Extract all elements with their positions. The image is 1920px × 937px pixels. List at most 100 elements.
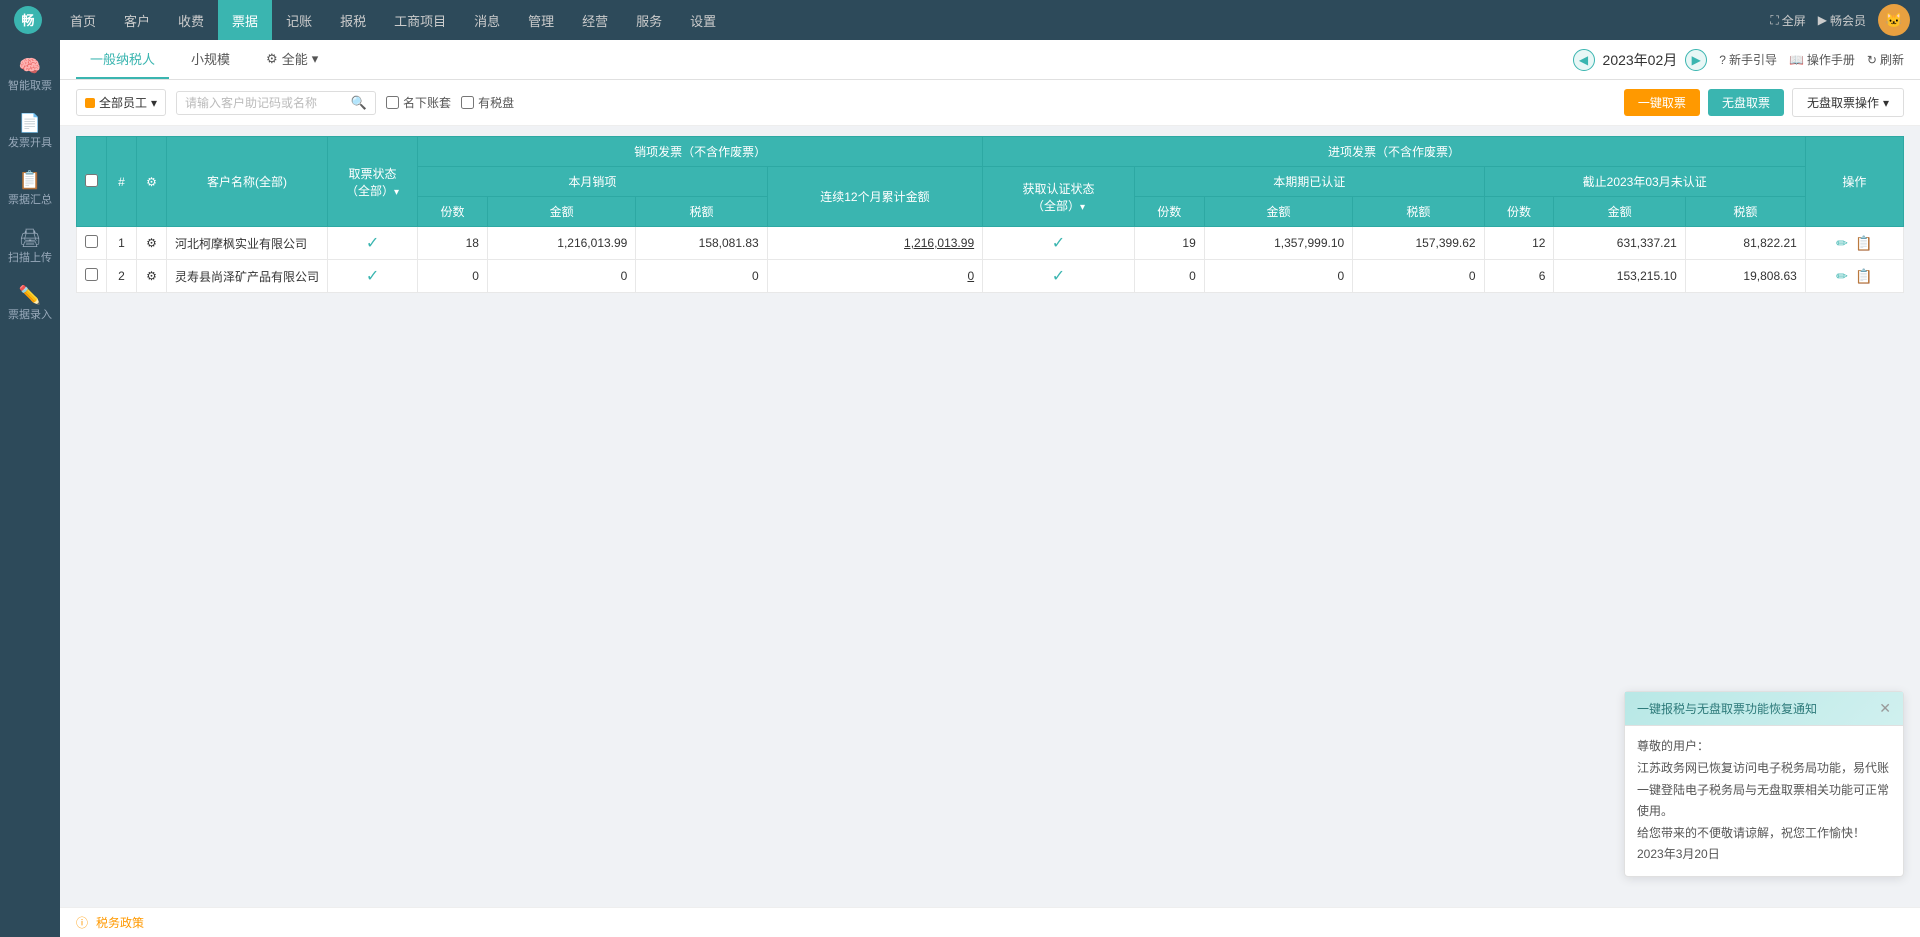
row-no: 2 bbox=[107, 260, 137, 293]
th-sales-group: 销项发票（不含作废票） bbox=[418, 137, 983, 167]
checkbox-sub-account-input[interactable] bbox=[386, 96, 399, 109]
row-select-checkbox[interactable] bbox=[85, 268, 98, 281]
fullscreen-btn[interactable]: ⛶ 全屏 bbox=[1770, 12, 1805, 29]
edit-btn[interactable]: ✏ bbox=[1836, 235, 1848, 251]
detail-btn[interactable]: 📋 bbox=[1855, 268, 1872, 284]
notification-panel: 一键报税与无盘取票功能恢复通知 ✕ 尊敬的用户： 江苏政务网已恢复访问电子税务局… bbox=[1624, 691, 1904, 877]
th-s-tax: 税额 bbox=[636, 197, 767, 227]
th-s-count: 份数 bbox=[418, 197, 488, 227]
open-invoice-icon: 📄 bbox=[19, 113, 41, 134]
tab-bar: 一般纳税人 小规模 ⚙ 全能 ▾ ◀ 2023年02月 ▶ ? 新手引导 📖 bbox=[60, 40, 1920, 80]
employee-select-indicator bbox=[85, 98, 95, 108]
top-nav: 畅 首页 客户 收费 票据 记账 报税 工商项目 消息 管理 经营 服务 设置 … bbox=[0, 0, 1920, 40]
row-sales-amount: 0 bbox=[487, 260, 635, 293]
action-guide[interactable]: ? 新手引导 bbox=[1719, 51, 1777, 68]
nav-tax[interactable]: 报税 bbox=[326, 0, 380, 40]
period-prev-btn[interactable]: ◀ bbox=[1573, 49, 1595, 71]
row-uncert-tax: 81,822.21 bbox=[1685, 227, 1805, 260]
th-take-status: 取票状态（全部）▾ bbox=[328, 137, 418, 227]
row-take-status: ✓ bbox=[328, 260, 418, 293]
nav-items: 首页 客户 收费 票据 记账 报税 工商项目 消息 管理 经营 服务 设置 bbox=[56, 0, 1770, 40]
row-cert-status: ✓ bbox=[983, 227, 1135, 260]
action-refresh[interactable]: ↻ 刷新 bbox=[1867, 51, 1904, 68]
action-manual[interactable]: 📖 操作手册 bbox=[1789, 51, 1855, 68]
employee-select[interactable]: 全部员工 ▾ bbox=[76, 89, 166, 116]
scan-icon: 🖨 bbox=[19, 228, 42, 249]
avatar[interactable]: 🐱 bbox=[1878, 4, 1910, 36]
search-icon[interactable]: 🔍 bbox=[351, 95, 367, 111]
period-nav: ◀ 2023年02月 ▶ bbox=[1573, 49, 1708, 71]
table-row: 2 ⚙ 灵寿县尚泽矿产品有限公司 ✓ 0 0 0 0 ✓ 0 0 0 6 153… bbox=[77, 260, 1904, 293]
nav-home[interactable]: 首页 bbox=[56, 0, 110, 40]
detail-btn[interactable]: 📋 bbox=[1855, 235, 1872, 251]
sidebar-item-entry[interactable]: ✏️ 票据录入 bbox=[4, 277, 56, 330]
nav-business2[interactable]: 经营 bbox=[568, 0, 622, 40]
search-input[interactable] bbox=[185, 96, 351, 110]
row-consecutive12[interactable]: 0 bbox=[767, 260, 982, 293]
sidebar: 🧠 智能取票 📄 发票开具 📋 票据汇总 🖨 扫描上传 ✏️ 票据录入 bbox=[0, 40, 60, 937]
tab-all[interactable]: ⚙ 全能 ▾ bbox=[252, 41, 332, 79]
th-no: # bbox=[107, 137, 137, 227]
sidebar-item-scan[interactable]: 🖨 扫描上传 bbox=[4, 220, 56, 273]
member-btn[interactable]: ▶ 畅会员 bbox=[1818, 12, 1866, 29]
svg-text:畅: 畅 bbox=[21, 13, 34, 28]
row-purchase-count: 0 bbox=[1134, 260, 1204, 293]
sidebar-item-open-invoice[interactable]: 📄 发票开具 bbox=[4, 105, 56, 158]
nav-manage[interactable]: 管理 bbox=[514, 0, 568, 40]
summary-icon: 📋 bbox=[19, 170, 41, 191]
tab-bar-right: ◀ 2023年02月 ▶ ? 新手引导 📖 操作手册 ↻ 刷新 bbox=[1573, 49, 1904, 71]
take-status-icon: ✓ bbox=[366, 235, 379, 252]
nav-invoice[interactable]: 票据 bbox=[218, 0, 272, 40]
table-row: 1 ⚙ 河北柯摩枫实业有限公司 ✓ 18 1,216,013.99 158,08… bbox=[77, 227, 1904, 260]
take-all-btn[interactable]: 一键取票 bbox=[1624, 89, 1700, 116]
th-u-tax: 税额 bbox=[1685, 197, 1805, 227]
table-wrap: # ⚙ 客户名称(全部) 取票状态（全部）▾ 销项发票（不含作废票） 进项发票（… bbox=[60, 126, 1920, 303]
bottom-bar: ⓘ 税务政策 bbox=[60, 907, 1920, 937]
nav-accounting[interactable]: 记账 bbox=[272, 0, 326, 40]
tab-small-scale[interactable]: 小规模 bbox=[177, 41, 244, 79]
th-p-tax: 税额 bbox=[1353, 197, 1484, 227]
sidebar-item-smart-take[interactable]: 🧠 智能取票 bbox=[4, 48, 56, 101]
cert-status-icon: ✓ bbox=[1052, 235, 1065, 252]
manual-icon: 📖 bbox=[1789, 53, 1804, 67]
sidebar-item-label: 发票开具 bbox=[8, 137, 52, 150]
select-all-checkbox[interactable] bbox=[85, 174, 98, 187]
sidebar-item-summary[interactable]: 📋 票据汇总 bbox=[4, 162, 56, 215]
tab-general-taxpayer[interactable]: 一般纳税人 bbox=[76, 41, 169, 79]
sidebar-item-label: 票据录入 bbox=[8, 309, 52, 322]
edit-btn[interactable]: ✏ bbox=[1836, 268, 1848, 284]
nav-right: ⛶ 全屏 ▶ 畅会员 🐱 bbox=[1770, 4, 1910, 36]
th-cert-status: 获取认证状态（全部）▾ bbox=[983, 167, 1135, 227]
th-consecutive12: 连续12个月累计金额 bbox=[767, 167, 982, 227]
notification-close-btn[interactable]: ✕ bbox=[1879, 700, 1891, 717]
chevron-down-icon: ▾ bbox=[312, 51, 319, 67]
th-purchase-group: 进项发票（不含作废票） bbox=[983, 137, 1806, 167]
row-uncert-count: 12 bbox=[1484, 227, 1554, 260]
smart-take-icon: 🧠 bbox=[19, 56, 41, 77]
guide-icon: ? bbox=[1719, 53, 1726, 67]
th-settings: ⚙ bbox=[137, 137, 167, 227]
tax-policy-link[interactable]: 税务政策 bbox=[96, 914, 144, 931]
th-actions: 操作 bbox=[1805, 137, 1903, 227]
checkbox-tax-disk-input[interactable] bbox=[461, 96, 474, 109]
no-disk-ops-btn[interactable]: 无盘取票操作 ▾ bbox=[1792, 88, 1904, 117]
nav-service[interactable]: 服务 bbox=[622, 0, 676, 40]
take-status-icon: ✓ bbox=[366, 268, 379, 285]
row-purchase-amount: 0 bbox=[1204, 260, 1352, 293]
row-sales-amount: 1,216,013.99 bbox=[487, 227, 635, 260]
row-purchase-count: 19 bbox=[1134, 227, 1204, 260]
nav-message[interactable]: 消息 bbox=[460, 0, 514, 40]
nav-fees[interactable]: 收费 bbox=[164, 0, 218, 40]
sidebar-item-label: 票据汇总 bbox=[8, 194, 52, 207]
th-period-certified: 本期期已认证 bbox=[1134, 167, 1484, 197]
nav-customer[interactable]: 客户 bbox=[110, 0, 164, 40]
row-sales-count: 0 bbox=[418, 260, 488, 293]
app-logo: 畅 bbox=[10, 2, 46, 38]
nav-business[interactable]: 工商项目 bbox=[380, 0, 460, 40]
nav-settings[interactable]: 设置 bbox=[676, 0, 730, 40]
row-customer: 河北柯摩枫实业有限公司 bbox=[167, 227, 328, 260]
row-consecutive12[interactable]: 1,216,013.99 bbox=[767, 227, 982, 260]
no-disk-btn[interactable]: 无盘取票 bbox=[1708, 89, 1784, 116]
row-select-checkbox[interactable] bbox=[85, 235, 98, 248]
period-next-btn[interactable]: ▶ bbox=[1685, 49, 1707, 71]
